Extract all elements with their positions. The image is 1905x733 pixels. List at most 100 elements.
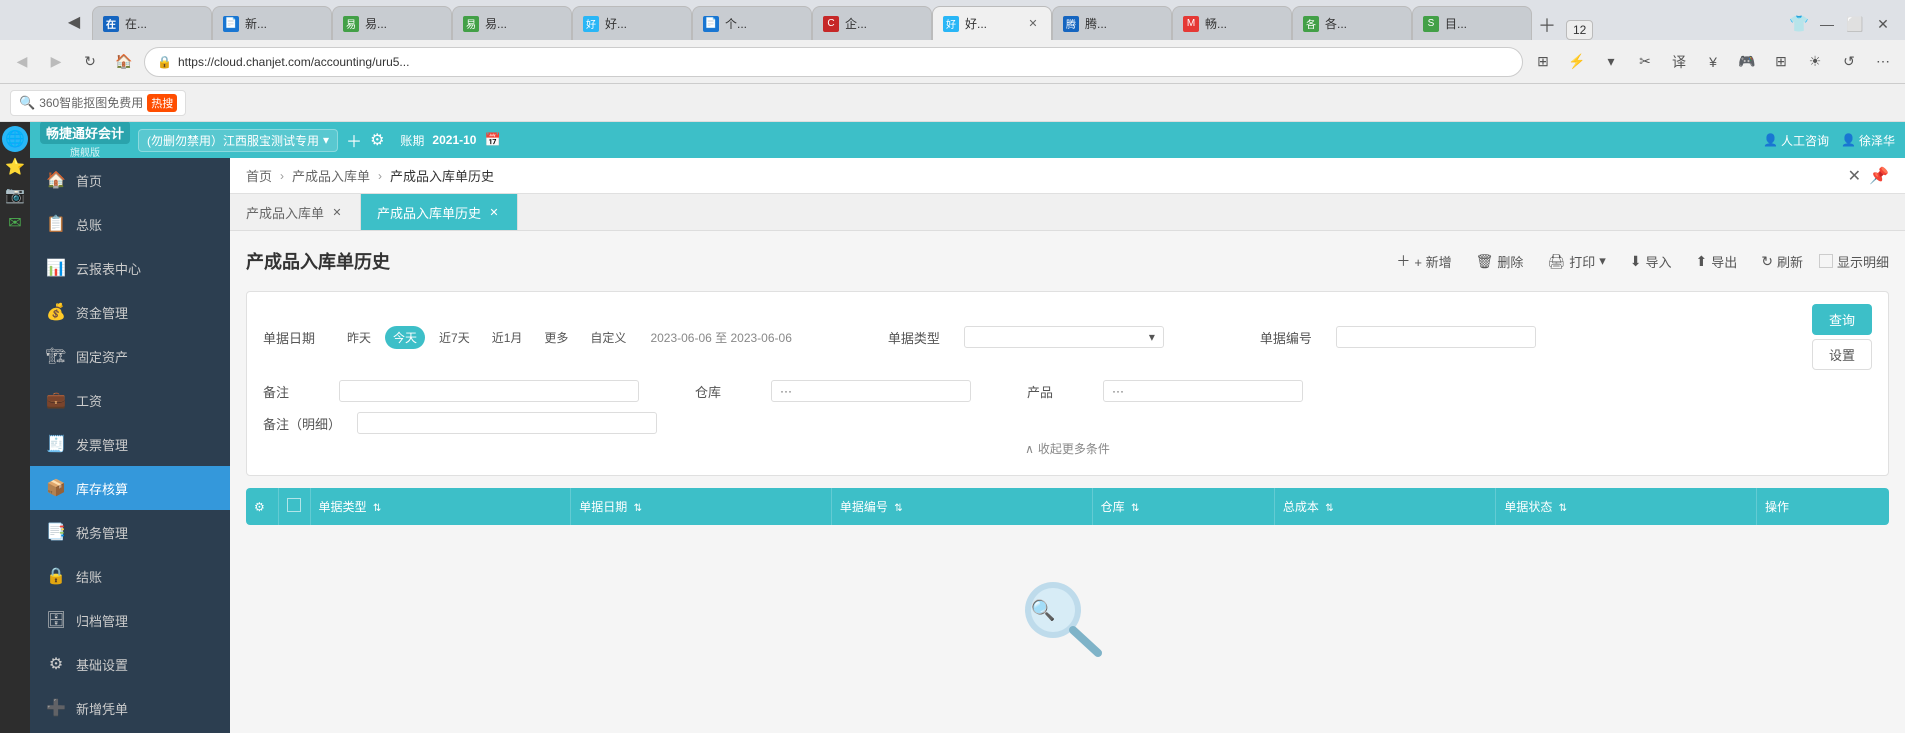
browser-tab-9[interactable]: 腾 腾... [1052, 6, 1172, 40]
nav-item-fixed[interactable]: 🏗 固定资产 [30, 334, 230, 378]
currency-button[interactable]: ¥ [1699, 48, 1727, 76]
page-close-button[interactable]: ✕ [1848, 166, 1861, 186]
export-button[interactable]: ⬆ 导出 [1687, 248, 1745, 275]
browser-tab-4[interactable]: 易 易... [452, 6, 572, 40]
home-nav-button[interactable]: 🏠 [110, 48, 138, 76]
import-button[interactable]: ⬇ 导入 [1622, 248, 1680, 275]
print-button[interactable]: 🖨 打印 ▾ [1539, 248, 1613, 275]
date-btn-yesterday[interactable]: 昨天 [339, 326, 379, 349]
calendar-icon[interactable]: 📅 [484, 132, 500, 148]
col-cost[interactable]: 总成本 ⇅ [1274, 488, 1495, 525]
page-tab-list-close[interactable]: ✕ [330, 205, 344, 219]
show-detail-checkbox[interactable] [1819, 254, 1833, 268]
address-dropdown-button[interactable]: ▾ [1597, 48, 1625, 76]
nav-item-invoice[interactable]: 🧾 发票管理 [30, 422, 230, 466]
header-checkbox[interactable] [287, 498, 301, 512]
refresh-nav-button[interactable]: ↻ [76, 48, 104, 76]
shirt-icon[interactable]: 👕 [1787, 12, 1811, 36]
maximize-button[interactable]: ⬜ [1843, 12, 1867, 36]
user-avatar[interactable]: 👤 徐泽华 [1841, 132, 1895, 149]
address-input[interactable]: 🔒 https://cloud.chanjet.com/accounting/u… [144, 47, 1523, 77]
remark-input[interactable] [339, 380, 639, 402]
date-btn-7days[interactable]: 近7天 [431, 326, 478, 349]
sidebar-camera[interactable]: 📷 [2, 182, 28, 208]
minimize-button[interactable]: — [1815, 12, 1839, 36]
settings-icon[interactable]: ⚙ [370, 130, 384, 150]
type-filter-select[interactable]: ▾ [964, 326, 1164, 348]
browser-tab-3[interactable]: 易 易... [332, 6, 452, 40]
nav-item-tax[interactable]: 📑 税务管理 [30, 510, 230, 554]
back-nav-button[interactable]: ◀ [8, 48, 36, 76]
delete-button[interactable]: 🗑 删除 [1468, 248, 1532, 275]
tab-close-8[interactable]: ✕ [1025, 16, 1041, 32]
grid-button[interactable]: ⊞ [1767, 48, 1795, 76]
extensions-button[interactable]: ⊞ [1529, 48, 1557, 76]
browser-tab-6[interactable]: 📄 个... [692, 6, 812, 40]
tab-count[interactable]: 12 [1566, 20, 1593, 40]
nav-item-funds[interactable]: 💰 资金管理 [30, 290, 230, 334]
browser-tab-10[interactable]: M 畅... [1172, 6, 1292, 40]
detail-remark-input[interactable] [357, 412, 657, 434]
date-btn-custom[interactable]: 自定义 [582, 326, 634, 349]
nav-item-home[interactable]: 🏠 首页 [30, 158, 230, 202]
refresh-button[interactable]: ↻ 刷新 [1753, 248, 1811, 275]
page-pin-button[interactable]: 📌 [1869, 166, 1889, 186]
breadcrumb-home[interactable]: 首页 [246, 166, 272, 185]
product-select[interactable]: ··· [1103, 380, 1303, 402]
add-button[interactable]: ＋ + 新增 [1388, 247, 1459, 275]
cut-button[interactable]: ✂ [1631, 48, 1659, 76]
sun-button[interactable]: ☀ [1801, 48, 1829, 76]
browser-tab-5[interactable]: 好 好... [572, 6, 692, 40]
col-date[interactable]: 单据日期 ⇅ [571, 488, 832, 525]
browser-tab-7[interactable]: C 企... [812, 6, 932, 40]
setting-button[interactable]: 设置 [1812, 339, 1872, 370]
page-tab-history-close[interactable]: ✕ [487, 205, 501, 219]
back-button[interactable]: ◀ [60, 8, 88, 36]
browser-tab-11[interactable]: 各 各... [1292, 6, 1412, 40]
date-btn-more[interactable]: 更多 [536, 326, 576, 349]
close-button[interactable]: ✕ [1871, 12, 1895, 36]
sidebar-mail[interactable]: ✉ [2, 210, 28, 236]
search-input-wrap[interactable]: 🔍 360智能抠图免费用 热搜 [10, 90, 186, 116]
browser-tab-12[interactable]: S 目... [1412, 6, 1532, 40]
col-settings[interactable]: ⚙ [246, 488, 278, 525]
collapse-button[interactable]: ∧ 收起更多条件 [1013, 434, 1122, 463]
col-warehouse[interactable]: 仓库 ⇅ [1092, 488, 1274, 525]
company-selector[interactable]: (勿删勿禁用）江西服宝测试专用 ▾ [138, 129, 338, 152]
nav-item-basic[interactable]: ⚙ 基础设置 [30, 642, 230, 686]
nav-item-settlement[interactable]: 🔒 结账 [30, 554, 230, 598]
nav-item-reports[interactable]: 📊 云报表中心 [30, 246, 230, 290]
col-status[interactable]: 单据状态 ⇅ [1496, 488, 1757, 525]
query-button[interactable]: 查询 [1812, 304, 1872, 335]
human-service-button[interactable]: 👤 人工咨询 [1763, 132, 1829, 149]
undo-button[interactable]: ↺ [1835, 48, 1863, 76]
col-number[interactable]: 单据编号 ⇅ [831, 488, 1092, 525]
nav-item-ledger[interactable]: 📋 总账 [30, 202, 230, 246]
period-value[interactable]: 2021-10 [432, 133, 476, 147]
browser-tab-8[interactable]: 好 好... ✕ [932, 6, 1052, 40]
browser-logo[interactable]: 🌐 [2, 126, 28, 152]
nav-item-newbill[interactable]: ➕ 新增凭单 [30, 686, 230, 730]
game-button[interactable]: 🎮 [1733, 48, 1761, 76]
lightning-button[interactable]: ⚡ [1563, 48, 1591, 76]
warehouse-select[interactable]: ··· [771, 380, 971, 402]
translate-button[interactable]: 译 [1665, 48, 1693, 76]
date-btn-today[interactable]: 今天 [385, 326, 425, 349]
page-tab-history[interactable]: 产成品入库单历史 ✕ [361, 194, 518, 230]
col-type[interactable]: 单据类型 ⇅ [310, 488, 571, 525]
browser-tab-1[interactable]: 在 在... [92, 6, 212, 40]
nav-item-inventory[interactable]: 📦 库存核算 [30, 466, 230, 510]
number-filter-input[interactable] [1336, 326, 1536, 348]
sidebar-star[interactable]: ⭐ [2, 154, 28, 180]
new-tab-button[interactable]: ＋ [1532, 10, 1562, 40]
more-button[interactable]: ⋯ [1869, 48, 1897, 76]
breadcrumb-list[interactable]: 产成品入库单 [292, 166, 370, 185]
col-checkbox[interactable] [278, 488, 310, 525]
forward-nav-button[interactable]: ▶ [42, 48, 70, 76]
nav-item-salary[interactable]: 💼 工资 [30, 378, 230, 422]
add-button[interactable]: ＋ [346, 128, 362, 152]
nav-item-archive[interactable]: 🗄 归档管理 [30, 598, 230, 642]
page-tab-list[interactable]: 产成品入库单 ✕ [230, 194, 361, 230]
browser-tab-2[interactable]: 📄 新... [212, 6, 332, 40]
date-btn-1month[interactable]: 近1月 [484, 326, 531, 349]
